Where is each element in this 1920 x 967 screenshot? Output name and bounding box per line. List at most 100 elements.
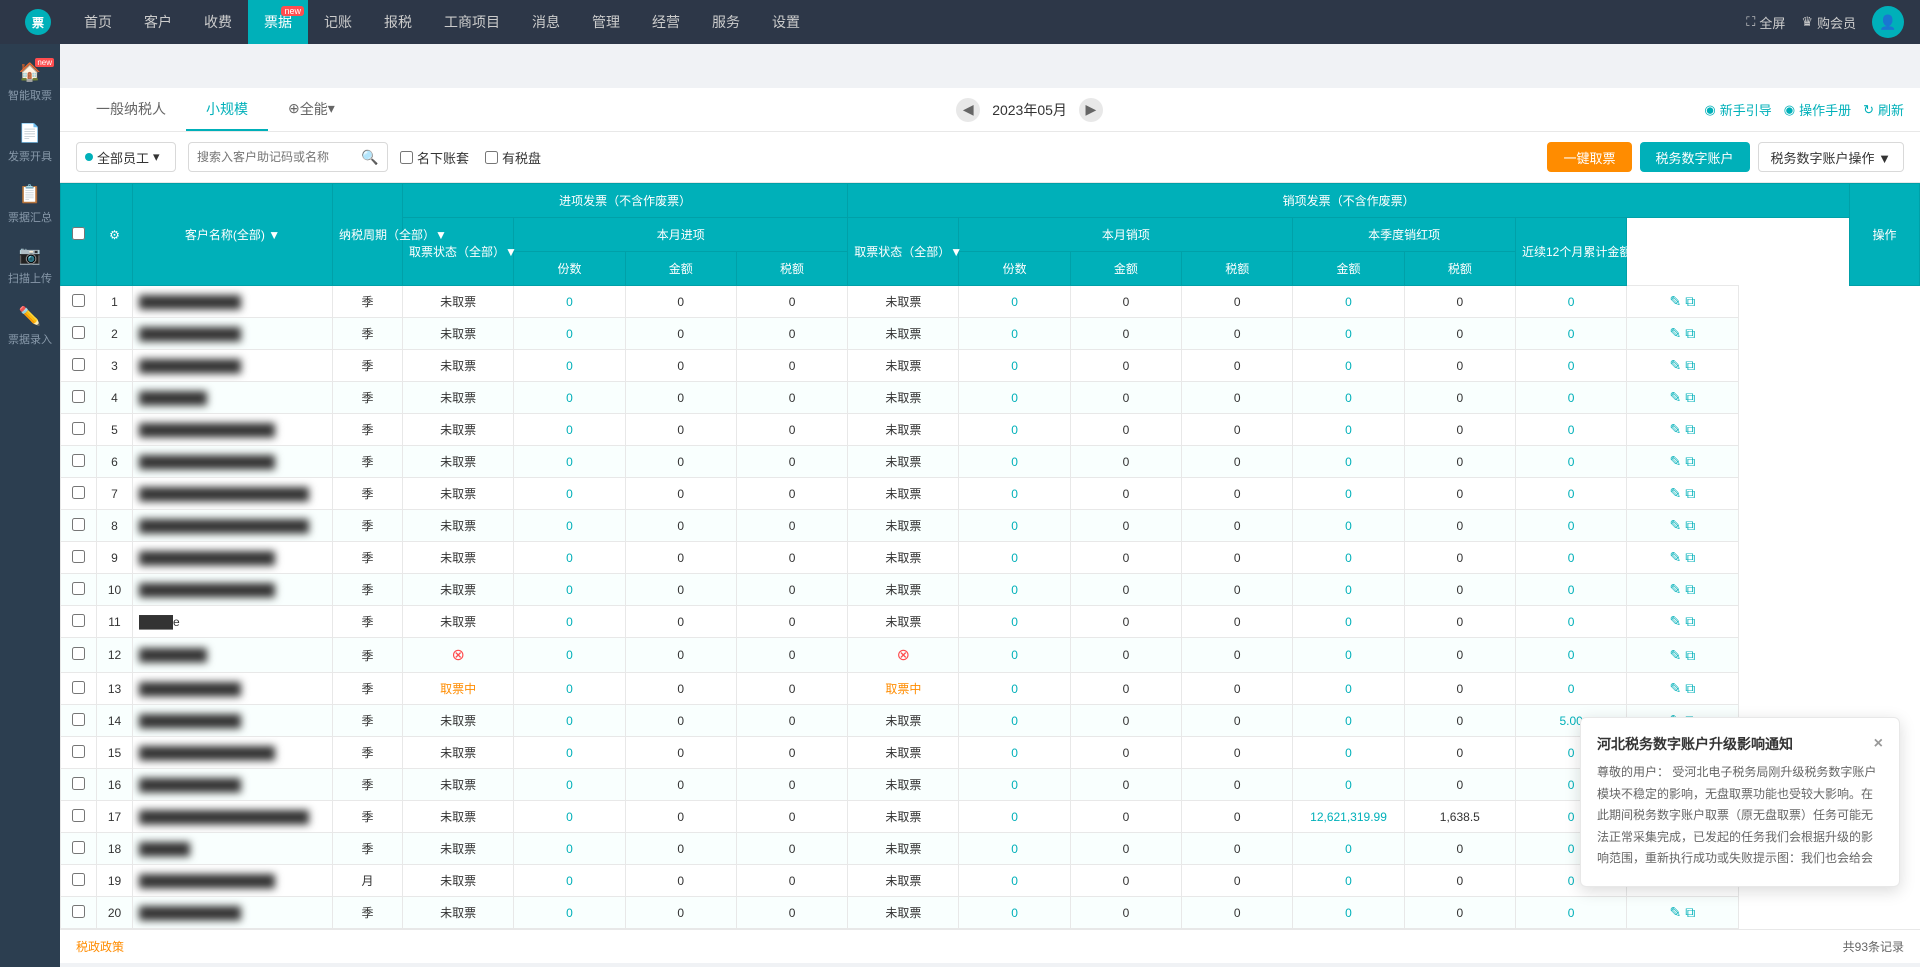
edit-icon[interactable]: ✎	[1670, 325, 1682, 342]
row-client[interactable]: ████████████	[133, 769, 333, 801]
cum-amt-link[interactable]: 0	[1568, 487, 1575, 501]
red-amt-link[interactable]: 0	[1345, 906, 1352, 920]
row-checkbox[interactable]	[72, 390, 85, 403]
row-client[interactable]: ████████████████	[133, 737, 333, 769]
nav-home[interactable]: 首页	[68, 0, 128, 44]
nav-manage[interactable]: 管理	[576, 0, 636, 44]
row-client[interactable]: ████████████████	[133, 574, 333, 606]
red-amt-link[interactable]: 0	[1345, 648, 1352, 662]
red-amt-link[interactable]: 0	[1345, 682, 1352, 696]
fullscreen-btn[interactable]: ⛶ 全屏	[1746, 13, 1785, 32]
guide-link[interactable]: ◉ 新手引导	[1704, 100, 1771, 119]
row-checkbox[interactable]	[72, 486, 85, 499]
cum-amt-link[interactable]: 0	[1568, 615, 1575, 629]
prev-month-btn[interactable]: ◀	[956, 98, 980, 122]
copy-icon[interactable]: ⧉	[1685, 293, 1695, 310]
red-amt-link[interactable]: 12,621,319.99	[1310, 810, 1387, 824]
row-checkbox[interactable]	[72, 873, 85, 886]
nav-operation[interactable]: 经营	[636, 0, 696, 44]
cum-amt-link[interactable]: 0	[1568, 391, 1575, 405]
copy-icon[interactable]: ⧉	[1685, 485, 1695, 502]
copy-icon[interactable]: ⧉	[1685, 453, 1695, 470]
one-click-ticket-btn[interactable]: 一键取票	[1547, 142, 1631, 172]
nav-settings[interactable]: 设置	[756, 0, 816, 44]
refresh-link[interactable]: ↻ 刷新	[1863, 100, 1904, 119]
row-checkbox[interactable]	[72, 518, 85, 531]
row-client[interactable]: ████████████████	[133, 414, 333, 446]
next-month-btn[interactable]: ▶	[1079, 98, 1103, 122]
row-client[interactable]: ████████████	[133, 705, 333, 737]
cum-amt-link[interactable]: 0	[1568, 746, 1575, 760]
th-client[interactable]: 客户名称(全部) ▼	[133, 184, 333, 286]
search-input[interactable]	[197, 150, 357, 164]
select-all-checkbox[interactable]	[72, 227, 85, 240]
row-checkbox[interactable]	[72, 454, 85, 467]
cum-amt-link[interactable]: 0	[1568, 810, 1575, 824]
red-amt-link[interactable]: 0	[1345, 455, 1352, 469]
edit-icon[interactable]: ✎	[1670, 549, 1682, 566]
cum-amt-link[interactable]: 0	[1568, 551, 1575, 565]
copy-icon[interactable]: ⧉	[1685, 357, 1695, 374]
tax-digital-account-btn[interactable]: 税务数字账户	[1640, 142, 1750, 172]
red-amt-link[interactable]: 0	[1345, 551, 1352, 565]
row-client[interactable]: ████████████████	[133, 446, 333, 478]
manual-link[interactable]: ◉ 操作手册	[1784, 100, 1851, 119]
cum-amt-link[interactable]: 0	[1568, 423, 1575, 437]
red-amt-link[interactable]: 0	[1345, 391, 1352, 405]
popup-close-btn[interactable]: ×	[1874, 735, 1883, 753]
row-checkbox[interactable]	[72, 647, 85, 660]
copy-icon[interactable]: ⧉	[1685, 613, 1695, 630]
sidebar-item-scan-upload[interactable]: 📷 扫描上传	[0, 235, 60, 296]
row-client[interactable]: ████████████	[133, 286, 333, 318]
nav-ticket[interactable]: 票据 new	[248, 0, 308, 44]
row-checkbox[interactable]	[72, 326, 85, 339]
red-amt-link[interactable]: 0	[1345, 746, 1352, 760]
cum-amt-link[interactable]: 0	[1568, 906, 1575, 920]
nav-message[interactable]: 消息	[516, 0, 576, 44]
red-amt-link[interactable]: 0	[1345, 714, 1352, 728]
row-client[interactable]: ████████████	[133, 350, 333, 382]
red-amt-link[interactable]: 0	[1345, 295, 1352, 309]
edit-icon[interactable]: ✎	[1670, 517, 1682, 534]
nav-business[interactable]: 工商项目	[428, 0, 516, 44]
row-client[interactable]: ████████████████	[133, 865, 333, 897]
cum-amt-link[interactable]: 0	[1568, 842, 1575, 856]
cum-amt-link[interactable]: 0	[1568, 455, 1575, 469]
row-client[interactable]: ████e	[133, 606, 333, 638]
copy-icon[interactable]: ⧉	[1685, 421, 1695, 438]
cum-amt-link[interactable]: 0	[1568, 327, 1575, 341]
tax-digital-account-ops-btn[interactable]: 税务数字账户操作 ▼	[1758, 142, 1904, 172]
row-client[interactable]: ████████████████████	[133, 801, 333, 833]
copy-icon[interactable]: ⧉	[1685, 680, 1695, 697]
row-client[interactable]: ████████████	[133, 318, 333, 350]
row-checkbox[interactable]	[72, 905, 85, 918]
row-checkbox[interactable]	[72, 777, 85, 790]
edit-icon[interactable]: ✎	[1670, 453, 1682, 470]
cum-amt-link[interactable]: 0	[1568, 359, 1575, 373]
red-amt-link[interactable]: 0	[1345, 519, 1352, 533]
nav-tax[interactable]: 报税	[368, 0, 428, 44]
sidebar-item-invoice-open[interactable]: 📄 发票开具	[0, 113, 60, 174]
row-checkbox[interactable]	[72, 745, 85, 758]
row-client[interactable]: ████████	[133, 638, 333, 673]
nav-charge[interactable]: 收费	[188, 0, 248, 44]
row-checkbox[interactable]	[72, 614, 85, 627]
settings-icon[interactable]: ⚙	[109, 228, 120, 242]
red-amt-link[interactable]: 0	[1345, 778, 1352, 792]
row-checkbox[interactable]	[72, 422, 85, 435]
row-client[interactable]: ████████████	[133, 673, 333, 705]
copy-icon[interactable]: ⧉	[1685, 325, 1695, 342]
edit-icon[interactable]: ✎	[1670, 357, 1682, 374]
copy-icon[interactable]: ⧉	[1685, 581, 1695, 598]
member-btn[interactable]: ♛ 购会员	[1801, 13, 1856, 32]
row-client[interactable]: ████████████████████	[133, 510, 333, 542]
edit-icon[interactable]: ✎	[1670, 389, 1682, 406]
edit-icon[interactable]: ✎	[1670, 485, 1682, 502]
cum-amt-link[interactable]: 0	[1568, 648, 1575, 662]
row-client[interactable]: ██████	[133, 833, 333, 865]
edit-icon[interactable]: ✎	[1670, 581, 1682, 598]
copy-icon[interactable]: ⧉	[1685, 904, 1695, 921]
cum-amt-link[interactable]: 0	[1568, 295, 1575, 309]
edit-icon[interactable]: ✎	[1670, 680, 1682, 697]
red-amt-link[interactable]: 0	[1345, 583, 1352, 597]
